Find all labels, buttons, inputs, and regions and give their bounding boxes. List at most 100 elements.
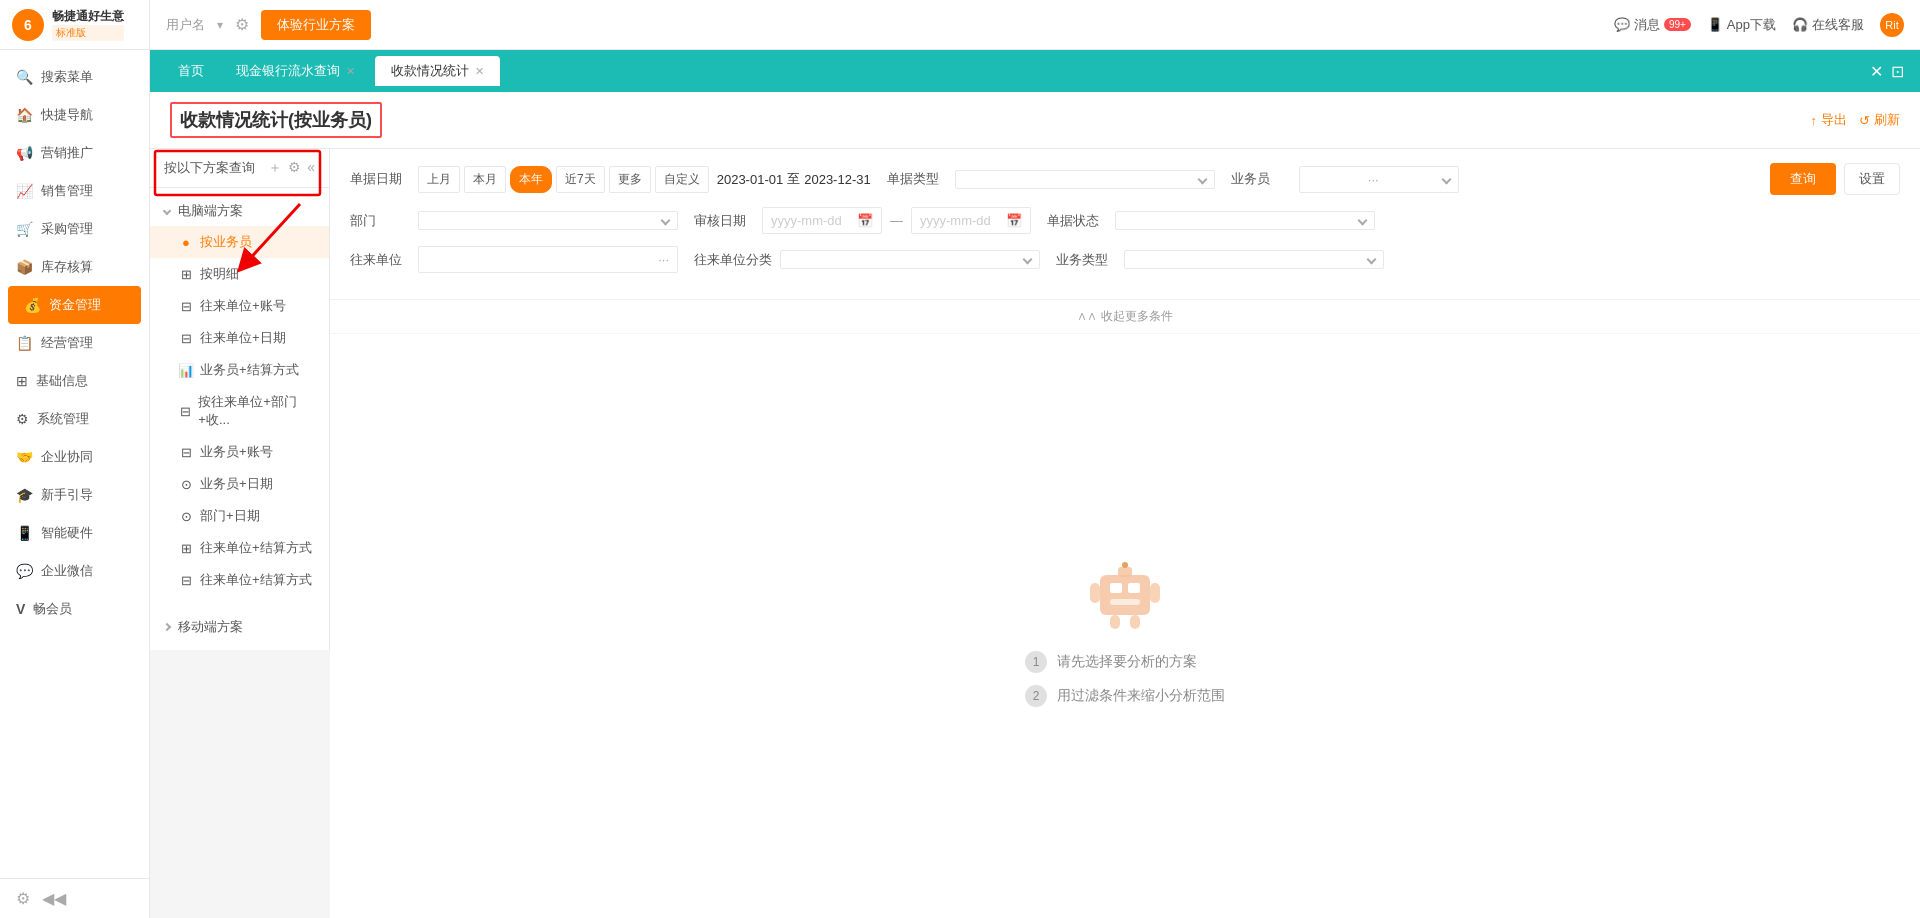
partner-category-select[interactable]	[780, 250, 1040, 269]
messages-btn[interactable]: 💬 消息 99+	[1614, 16, 1691, 34]
add-scheme-icon[interactable]: ＋	[268, 159, 282, 177]
partner-more-icon[interactable]: ···	[658, 252, 669, 267]
online-service-btn[interactable]: 🎧 在线客服	[1792, 16, 1864, 34]
basic-info-icon: ⊞	[16, 373, 28, 389]
salesperson-settlement-icon: 📊	[178, 363, 194, 378]
scheme-item-salesperson-account[interactable]: ⊟ 业务员+账号	[150, 436, 329, 468]
scheme-item-salesperson-date[interactable]: ⊙ 业务员+日期	[150, 468, 329, 500]
scheme-item-partner-settlement2[interactable]: ⊟ 往来单位+结算方式	[150, 564, 329, 596]
sidebar-item-finance[interactable]: 💰 资金管理	[8, 286, 141, 324]
svg-point-7	[1122, 562, 1128, 568]
scheme-item-partner-dept[interactable]: ⊟ 按往来单位+部门+收...	[150, 386, 329, 436]
scheme-item-partner-settlement1[interactable]: ⊞ 往来单位+结算方式	[150, 532, 329, 564]
collapse-bar[interactable]: ∧∧ 收起更多条件	[330, 299, 1920, 333]
collapse-panel-icon[interactable]: «	[307, 159, 315, 177]
guide-icon: 🎓	[16, 487, 33, 503]
date-btn-last-7[interactable]: 近7天	[556, 166, 605, 193]
sidebar-item-sales[interactable]: 📈 销售管理	[0, 172, 149, 210]
scheme-item-dept-date[interactable]: ⊙ 部门+日期	[150, 500, 329, 532]
tab-receivables[interactable]: 收款情况统计 ✕	[375, 56, 500, 86]
export-btn[interactable]: ↑ 导出	[1811, 111, 1848, 129]
dropdown-icon[interactable]: ▾	[217, 18, 223, 32]
partner-date-icon: ⊟	[178, 331, 194, 346]
sidebar-item-search[interactable]: 🔍 搜索菜单	[0, 58, 149, 96]
scheme-item-detail[interactable]: ⊞ 按明细	[150, 258, 329, 290]
doctype-select[interactable]	[955, 170, 1215, 189]
calendar-end-icon[interactable]: 📅	[1006, 213, 1022, 228]
scheme-item-partner-date[interactable]: ⊟ 往来单位+日期	[150, 322, 329, 354]
date-btn-custom[interactable]: 自定义	[655, 166, 709, 193]
svg-rect-9	[1150, 583, 1160, 603]
tab-close-cashflow[interactable]: ✕	[346, 65, 355, 78]
app-download-btn[interactable]: 📱 App下载	[1707, 16, 1776, 34]
chevron-right-icon	[163, 623, 171, 631]
empty-state: 1 请先选择要分析的方案 2 用过滤条件来缩小分析范围	[330, 334, 1920, 918]
filter-review-date-item: 审核日期 yyyy-mm-dd 📅 — yyyy-mm-dd 📅	[694, 207, 1031, 234]
sidebar-item-member[interactable]: V 畅会员	[0, 590, 149, 628]
review-date-label: 审核日期	[694, 212, 754, 230]
salesperson-date-icon: ⊙	[178, 477, 194, 492]
tab-cashflow[interactable]: 现金银行流水查询 ✕	[220, 56, 371, 86]
filter-partner-category-item: 往来单位分类	[694, 250, 1040, 269]
scheme-item-salesperson[interactable]: ● 按业务员	[150, 226, 329, 258]
calendar-start-icon[interactable]: 📅	[857, 213, 873, 228]
query-btn[interactable]: 查询	[1770, 163, 1836, 195]
review-date-end[interactable]: yyyy-mm-dd 📅	[911, 207, 1031, 234]
partner-settlement1-icon: ⊞	[178, 541, 194, 556]
tab-home[interactable]: 首页	[166, 56, 216, 86]
sidebar-item-inventory[interactable]: 📦 库存核算	[0, 248, 149, 286]
purchase-icon: 🛒	[16, 221, 33, 237]
scheme-item-partner-account[interactable]: ⊟ 往来单位+账号	[150, 290, 329, 322]
svg-rect-8	[1090, 583, 1100, 603]
scheme-item-salesperson-settlement[interactable]: 📊 业务员+结算方式	[150, 354, 329, 386]
home-icon: 🏠	[16, 107, 33, 123]
filter-salesperson-item: 业务员 ···	[1231, 166, 1459, 193]
partner-select[interactable]: ···	[418, 246, 678, 273]
mobile-schemes-title[interactable]: 移动端方案	[150, 612, 329, 642]
sidebar-item-marketing[interactable]: 📢 营销推广	[0, 134, 149, 172]
scheme-settings-icon[interactable]: ⚙	[288, 159, 301, 177]
sidebar-item-weixin[interactable]: 💬 企业微信	[0, 552, 149, 590]
date-btn-this-year[interactable]: 本年	[510, 166, 552, 193]
system-icon: ⚙	[16, 411, 29, 427]
sidebar-item-purchase[interactable]: 🛒 采购管理	[0, 210, 149, 248]
user-avatar[interactable]: Rit	[1880, 13, 1904, 37]
page-header: 收款情况统计(按业务员) ↑ 导出 ↺ 刷新	[150, 92, 1920, 149]
sidebar-item-hardware[interactable]: 📱 智能硬件	[0, 514, 149, 552]
docstatus-select[interactable]	[1115, 211, 1375, 230]
desktop-schemes-title[interactable]: 电脑端方案	[150, 196, 329, 226]
review-date-start[interactable]: yyyy-mm-dd 📅	[762, 207, 882, 234]
date-btn-more[interactable]: 更多	[609, 166, 651, 193]
sidebar-item-quicknav[interactable]: 🏠 快捷导航	[0, 96, 149, 134]
detail-scheme-icon: ⊞	[178, 267, 194, 282]
empty-step-2: 2 用过滤条件来缩小分析范围	[1025, 685, 1225, 707]
dept-select[interactable]	[418, 211, 678, 230]
tab-bar: 首页 现金银行流水查询 ✕ 收款情况统计 ✕ ✕ ⊡	[150, 50, 1920, 92]
salesperson-more-icon[interactable]: ···	[1368, 172, 1379, 187]
date-btn-last-month[interactable]: 上月	[418, 166, 460, 193]
window-close-icon[interactable]: ✕	[1870, 62, 1883, 81]
sidebar-item-guide[interactable]: 🎓 新手引导	[0, 476, 149, 514]
sidebar-item-operations[interactable]: 📋 经营管理	[0, 324, 149, 362]
settings-gear-icon[interactable]: ⚙	[235, 15, 249, 34]
trial-btn[interactable]: 体验行业方案	[261, 10, 371, 40]
content-area: 按以下方案查询 ＋ ⚙ « 电脑端方案 ● 按业务员	[150, 149, 1920, 918]
salesperson-select[interactable]: ···	[1299, 166, 1459, 193]
doctype-label: 单据类型	[887, 170, 947, 188]
refresh-btn[interactable]: ↺ 刷新	[1859, 111, 1900, 129]
sidebar-item-collaboration[interactable]: 🤝 企业协同	[0, 438, 149, 476]
window-maximize-icon[interactable]: ⊡	[1891, 62, 1904, 81]
tab-close-receivables[interactable]: ✕	[475, 65, 484, 78]
left-panel-header: 按以下方案查询 ＋ ⚙ «	[150, 149, 329, 188]
biztype-select[interactable]	[1124, 250, 1384, 269]
sidebar-item-basic-info[interactable]: ⊞ 基础信息	[0, 362, 149, 400]
dept-chevron-icon	[661, 216, 671, 226]
sidebar-item-system[interactable]: ⚙ 系统管理	[0, 400, 149, 438]
dept-label: 部门	[350, 212, 410, 230]
docstatus-chevron-icon	[1358, 216, 1368, 226]
settings-icon[interactable]: ⚙	[16, 889, 30, 908]
settings-btn[interactable]: 设置	[1844, 163, 1900, 195]
collapse-sidebar-icon[interactable]: ◀◀	[42, 889, 66, 908]
filter-dept-item: 部门	[350, 211, 678, 230]
date-btn-this-month[interactable]: 本月	[464, 166, 506, 193]
